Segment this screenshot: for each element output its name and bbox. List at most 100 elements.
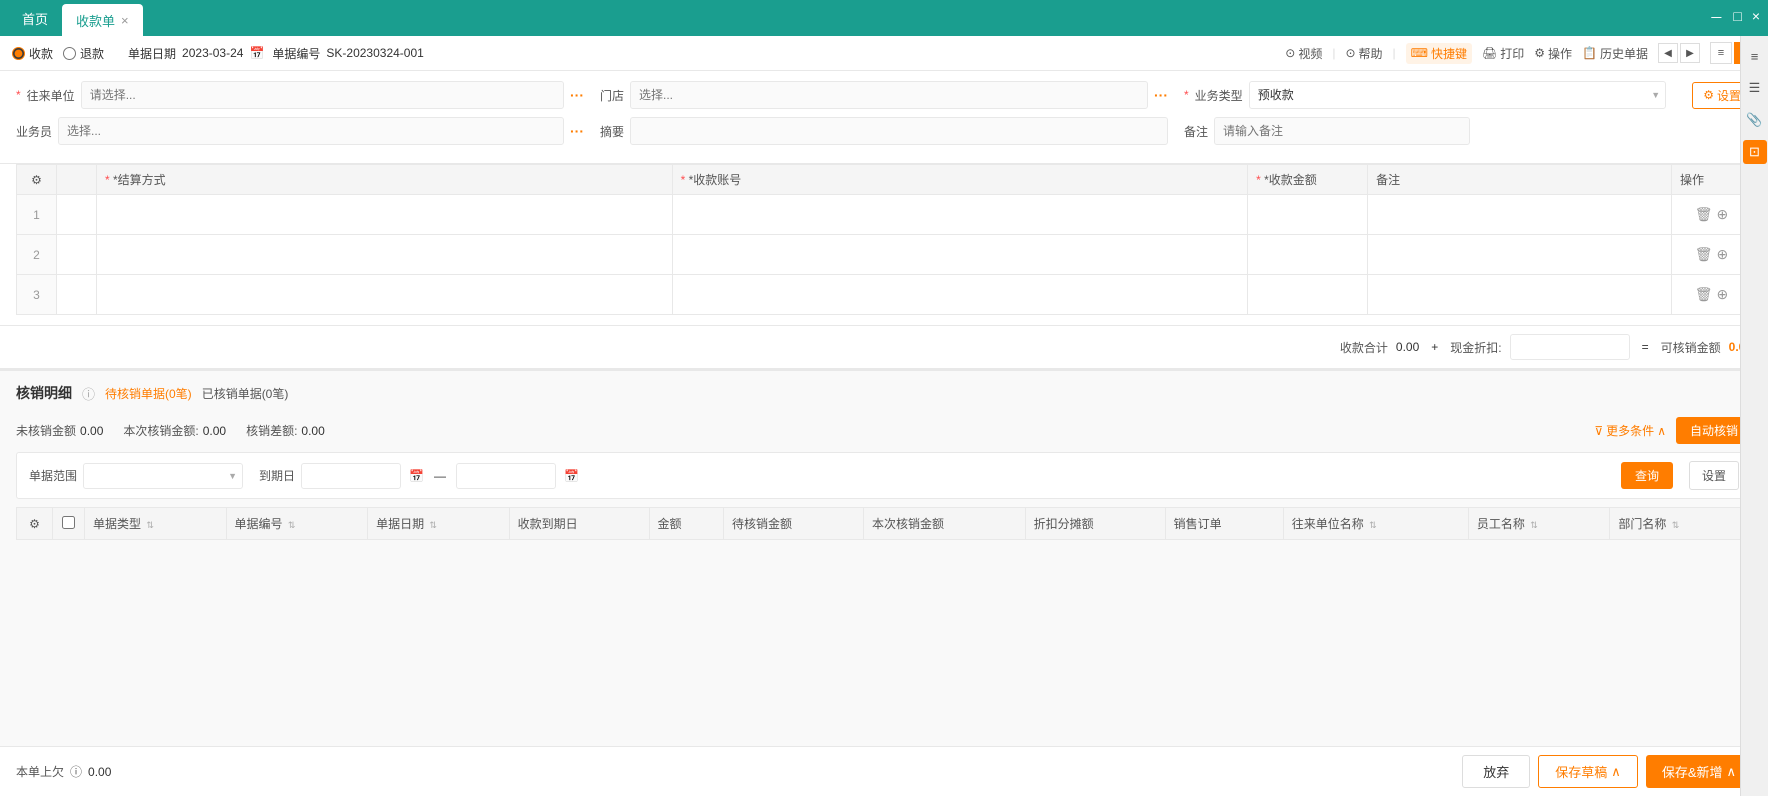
row-3-amount[interactable] bbox=[1248, 275, 1368, 315]
video-button[interactable]: ⊙ 视频 bbox=[1285, 45, 1322, 62]
diff-stat: 核销差额: 0.00 bbox=[246, 422, 325, 439]
query-button[interactable]: 查询 bbox=[1621, 462, 1673, 489]
form-section: * 往来单位 ··· 门店 ··· * 业务类型 预收款 ··· bbox=[0, 71, 1768, 164]
sales-order-col-header: 销售订单 bbox=[1165, 508, 1283, 540]
right-panel-btn-3[interactable]: 📎 bbox=[1743, 108, 1767, 132]
row-3-note[interactable] bbox=[1368, 275, 1672, 315]
row-1-settlement[interactable] bbox=[97, 195, 673, 235]
form-row-1: * 往来单位 ··· 门店 ··· * 业务类型 预收款 ··· bbox=[16, 81, 1752, 109]
row-1-delete-button[interactable]: 🗑 bbox=[1695, 206, 1713, 223]
row-2-copy-button[interactable]: ⊕ bbox=[1717, 246, 1729, 263]
counterparty-sort-icon[interactable]: ⇅ bbox=[1369, 520, 1377, 530]
select-all-checkbox[interactable] bbox=[62, 516, 75, 529]
filter-range-select-wrapper bbox=[83, 463, 243, 489]
discount-input[interactable] bbox=[1510, 334, 1630, 360]
home-tab[interactable]: 首页 bbox=[8, 0, 62, 36]
date-to-calendar-icon[interactable]: 📅 bbox=[564, 469, 579, 483]
table-footer: 收款合计 0.00 + 现金折扣: = 可核销金额 0.00 bbox=[0, 325, 1768, 368]
remark-input[interactable] bbox=[1214, 117, 1470, 145]
right-panel-btn-2[interactable]: ☰ bbox=[1743, 76, 1767, 100]
bottom-check-col bbox=[53, 508, 85, 540]
prev-arrow[interactable]: ◀ bbox=[1658, 43, 1678, 63]
department-sort-icon[interactable]: ⇅ bbox=[1672, 520, 1680, 530]
doc-date-sort-icon[interactable]: ⇅ bbox=[429, 520, 437, 530]
print-button[interactable]: 🖨 打印 bbox=[1482, 45, 1524, 62]
window-minimize-button[interactable]: － bbox=[1709, 8, 1723, 28]
save-new-button[interactable]: 保存&新增 ∧ bbox=[1646, 755, 1752, 788]
row-1-account[interactable] bbox=[672, 195, 1248, 235]
salesperson-input[interactable] bbox=[58, 117, 564, 145]
reconcile-settings-button[interactable]: 设置 bbox=[1689, 461, 1739, 490]
plus-sign: + bbox=[1431, 340, 1438, 354]
list-view-button[interactable]: ≡ bbox=[1710, 42, 1732, 64]
row-1-copy-button[interactable]: ⊕ bbox=[1717, 206, 1729, 223]
row-2-num: 2 bbox=[17, 235, 57, 275]
row-2-amount[interactable] bbox=[1248, 235, 1368, 275]
store-ellipsis-button[interactable]: ··· bbox=[1154, 87, 1168, 103]
chevron-up-icon: ∧ bbox=[1657, 424, 1666, 438]
counterparty-ellipsis-button[interactable]: ··· bbox=[570, 87, 584, 103]
window-close-button[interactable]: × bbox=[1752, 8, 1760, 28]
tuikuan-radio[interactable]: 退款 bbox=[63, 45, 104, 62]
number-value: SK-20230324-001 bbox=[326, 46, 423, 60]
this-reconcile-stat: 本次核销金额: 0.00 bbox=[123, 422, 226, 439]
right-panel: ≡ ☰ 📎 ⊡ bbox=[1740, 36, 1768, 796]
summary-input[interactable] bbox=[630, 117, 1168, 145]
row-3-delete-button[interactable]: 🗑 bbox=[1695, 286, 1713, 303]
close-tab-button[interactable]: × bbox=[121, 13, 129, 28]
completed-tab[interactable]: 已核销单据(0笔) bbox=[202, 385, 289, 402]
table-settings-header[interactable]: ⚙ bbox=[17, 165, 57, 195]
row-2-settlement[interactable] bbox=[97, 235, 673, 275]
form-row-2: 业务员 ··· 摘要 备注 ⚙ bbox=[16, 117, 1752, 145]
bottom-settings-col[interactable]: ⚙ bbox=[17, 508, 53, 540]
shoukuan-radio-input[interactable] bbox=[12, 47, 25, 60]
active-tab[interactable]: 收款单 × bbox=[62, 4, 143, 36]
row-3-copy-button[interactable]: ⊕ bbox=[1717, 286, 1729, 303]
number-field-group: 单据编号 SK-20230324-001 bbox=[272, 45, 423, 62]
shoukuan-radio[interactable]: 收款 bbox=[12, 45, 53, 62]
window-maximize-button[interactable]: □ bbox=[1733, 8, 1741, 28]
help-button[interactable]: ⊙ 帮助 bbox=[1345, 45, 1382, 62]
doc-limit-group: 本单上欠 ⓘ 0.00 bbox=[16, 763, 111, 780]
right-panel-btn-4[interactable]: ⊡ bbox=[1743, 140, 1767, 164]
discard-button[interactable]: 放弃 bbox=[1462, 755, 1530, 788]
save-new-label: 保存&新增 bbox=[1662, 762, 1723, 781]
filter-date-to[interactable]: 2022-04-12 bbox=[456, 463, 556, 489]
filter-date-from[interactable]: 2022-04-01 bbox=[301, 463, 401, 489]
reconcile-info-icon[interactable]: ⓘ bbox=[82, 384, 95, 403]
doc-num-sort-icon[interactable]: ⇅ bbox=[288, 520, 296, 530]
employee-sort-icon[interactable]: ⇅ bbox=[1530, 520, 1538, 530]
row-2-delete-button[interactable]: 🗑 bbox=[1695, 246, 1713, 263]
date-from-calendar-icon[interactable]: 📅 bbox=[409, 469, 424, 483]
filter-range-select[interactable] bbox=[83, 463, 243, 489]
row-1-amount[interactable] bbox=[1248, 195, 1368, 235]
doc-limit-info-icon[interactable]: ⓘ bbox=[70, 763, 82, 780]
salesperson-ellipsis-button[interactable]: ··· bbox=[570, 123, 584, 139]
row-2-note[interactable] bbox=[1368, 235, 1672, 275]
more-conditions-button[interactable]: ⊽ 更多条件 ∧ bbox=[1594, 422, 1666, 439]
history-button[interactable]: 📋 历史单据 bbox=[1582, 45, 1648, 62]
row-3-account[interactable] bbox=[672, 275, 1248, 315]
total-value: 0.00 bbox=[1396, 340, 1419, 354]
row-1-note[interactable] bbox=[1368, 195, 1672, 235]
counterparty-input[interactable] bbox=[81, 81, 564, 109]
next-arrow[interactable]: ▶ bbox=[1680, 43, 1700, 63]
doc-type-sort-icon[interactable]: ⇅ bbox=[146, 520, 154, 530]
row-3-settlement[interactable] bbox=[97, 275, 673, 315]
store-input[interactable] bbox=[630, 81, 1148, 109]
operate-button[interactable]: ⚙ 操作 bbox=[1534, 45, 1572, 62]
save-draft-button[interactable]: 保存草稿 ∧ bbox=[1538, 755, 1638, 788]
row-2-account[interactable] bbox=[672, 235, 1248, 275]
right-panel-btn-1[interactable]: ≡ bbox=[1743, 44, 1767, 68]
business-type-select[interactable]: 预收款 bbox=[1249, 81, 1667, 109]
tuikuan-radio-input[interactable] bbox=[63, 47, 76, 60]
this-col-header: 本次核销金额 bbox=[863, 508, 1025, 540]
row-num-header bbox=[57, 165, 97, 195]
shoukuan-label: 收款 bbox=[29, 45, 53, 62]
window-controls: － □ × bbox=[1709, 8, 1760, 28]
business-type-select-wrapper: 预收款 bbox=[1249, 81, 1667, 109]
shortcut-button[interactable]: ⌨ 快捷键 bbox=[1406, 43, 1472, 64]
pending-tab[interactable]: 待核销单据(0笔) bbox=[105, 385, 192, 402]
doc-date-col-header: 单据日期 ⇅ bbox=[368, 508, 510, 540]
date-calendar-icon[interactable]: 📅 bbox=[249, 46, 264, 60]
